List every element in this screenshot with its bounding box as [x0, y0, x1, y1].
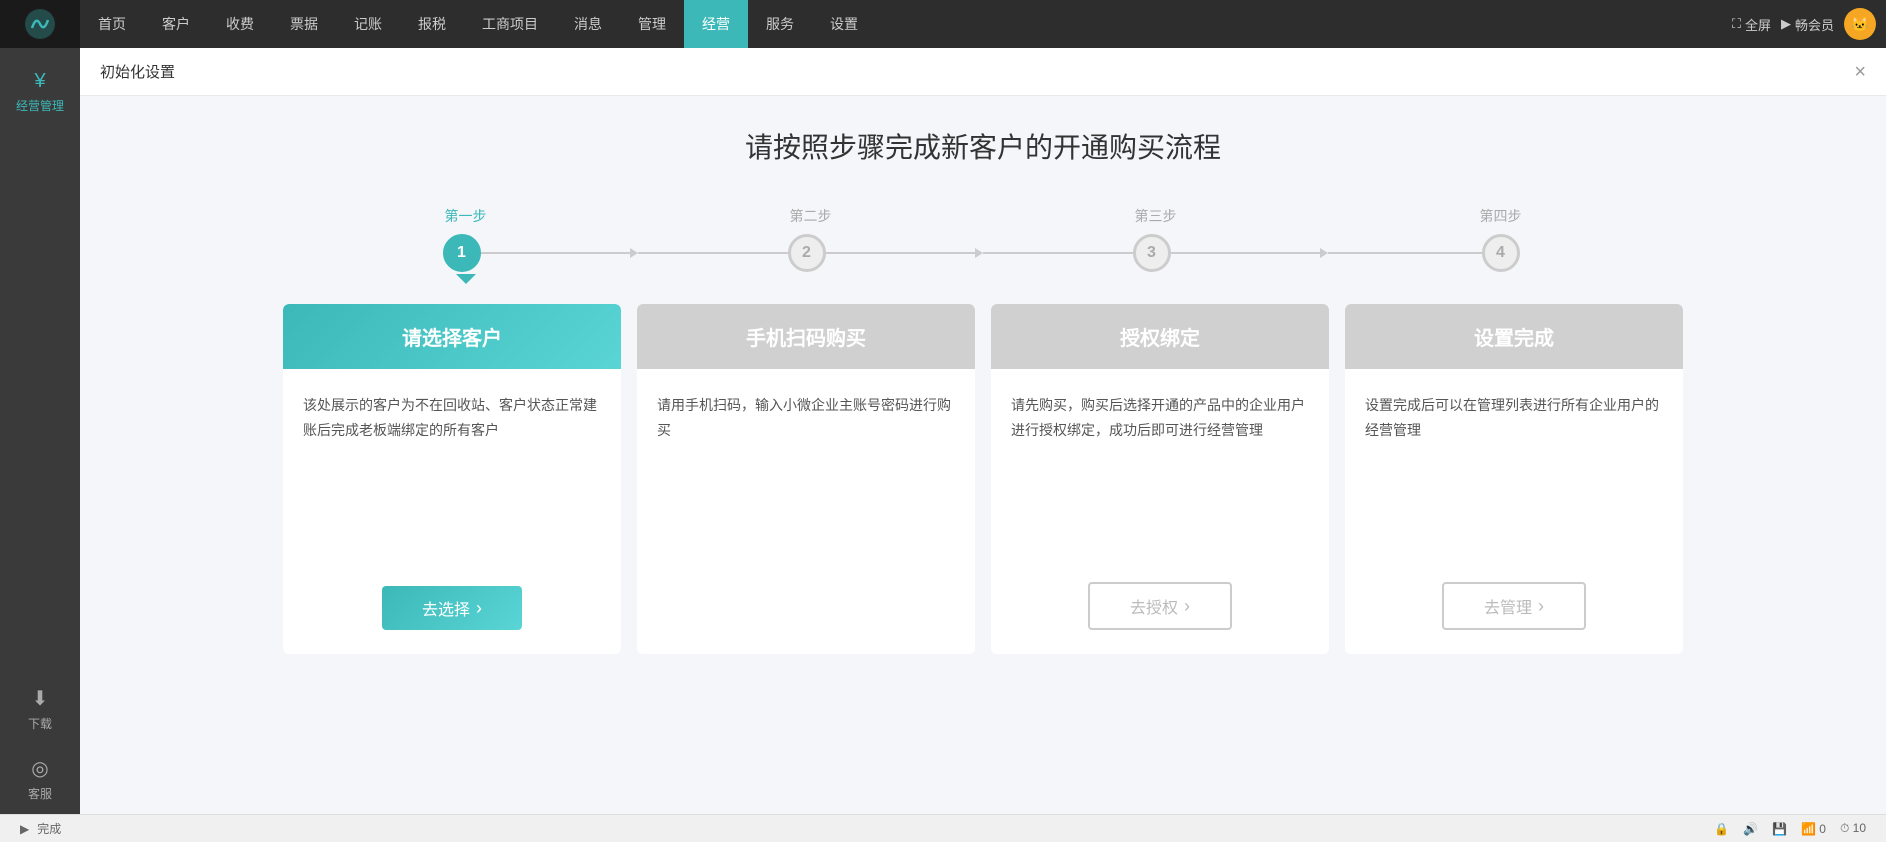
cards-row: 请选择客户 该处展示的客户为不在回收站、客户状态正常建账后完成老板端绑定的所有客… — [283, 304, 1683, 654]
page-header: 初始化设置 × — [80, 48, 1886, 96]
nav-industrial[interactable]: 工商项目 — [464, 0, 556, 48]
nav-items: 首页 客户 收费 票据 记账 报税 工商项目 消息 管理 经营 服务 设置 — [80, 0, 1732, 48]
step-2-label: 第二步 — [790, 206, 832, 226]
sidebar-item-support[interactable]: ◎ 客服 — [0, 744, 80, 814]
sidebar-item-download[interactable]: ⬇ 下载 — [0, 674, 80, 744]
card-4-header: 设置完成 — [1345, 304, 1683, 369]
lock-icon: 🔒 — [1714, 822, 1729, 836]
card-2-header: 手机扫码购买 — [637, 304, 975, 369]
nav-right: ⛶ 全屏 ▶ 畅会员 🐱 — [1732, 8, 1886, 40]
vip-label: 畅会员 — [1795, 15, 1834, 34]
vip-icon: ▶ — [1781, 16, 1791, 32]
nav-home[interactable]: 首页 — [80, 0, 144, 48]
main-content: 初始化设置 × 请按照步骤完成新客户的开通购买流程 第一步 1 — [80, 48, 1886, 814]
card-4-body: 设置完成后可以在管理列表进行所有企业用户的经营管理 — [1345, 369, 1683, 566]
nav-management[interactable]: 管理 — [620, 0, 684, 48]
nav-service[interactable]: 服务 — [748, 0, 812, 48]
card-2-body: 请用手机扫码，输入小微企业主账号密码进行购买 — [637, 369, 975, 614]
nav-accounting[interactable]: 记账 — [336, 0, 400, 48]
card-4: 设置完成 设置完成后可以在管理列表进行所有企业用户的经营管理 去管理 › — [1345, 304, 1683, 654]
step-1-arrow — [630, 248, 638, 258]
sidebar-bottom-support-label: 客服 — [28, 785, 52, 802]
status-left: ▶ 完成 — [20, 820, 61, 837]
step-3-circle: 3 — [1133, 234, 1171, 272]
card-3-footer: 去授权 › — [991, 566, 1329, 654]
sidebar-item-operation[interactable]: ¥ 经营管理 — [0, 58, 80, 126]
card-1-footer: 去选择 › — [283, 570, 621, 654]
card-4-btn-arrow: › — [1538, 596, 1544, 617]
card-1-header: 请选择客户 — [283, 304, 621, 369]
step-3-group: 第三步 3 — [983, 206, 1328, 272]
fullscreen-label: 全屏 — [1745, 15, 1771, 34]
page-title: 初始化设置 — [100, 61, 175, 82]
sidebar: ¥ 经营管理 ⬇ 下载 ◎ 客服 — [0, 48, 80, 814]
card-1: 请选择客户 该处展示的客户为不在回收站、客户状态正常建账后完成老板端绑定的所有客… — [283, 304, 621, 654]
card-1-btn-label: 去选择 — [422, 596, 470, 620]
fullscreen-btn[interactable]: ⛶ 全屏 — [1732, 15, 1771, 34]
step-2-group: 第二步 2 — [638, 206, 983, 272]
card-3-btn[interactable]: 去授权 › — [1088, 582, 1232, 630]
step-1-group: 第一步 1 — [293, 206, 638, 284]
nav-fee[interactable]: 收费 — [208, 0, 272, 48]
avatar[interactable]: 🐱 — [1844, 8, 1876, 40]
card-3-btn-arrow: › — [1184, 596, 1190, 617]
app-body: ¥ 经营管理 ⬇ 下载 ◎ 客服 初始化设置 × 请按照步骤完成新客户的开通购买… — [0, 48, 1886, 814]
card-2-footer — [637, 614, 975, 654]
card-1-btn[interactable]: 去选择 › — [382, 586, 522, 630]
time-status: ⏱ 10 — [1840, 821, 1866, 836]
card-2: 手机扫码购买 请用手机扫码，输入小微企业主账号密码进行购买 — [637, 304, 975, 654]
card-3-body: 请先购买，购买后选择开通的产品中的企业用户进行授权绑定，成功后即可进行经营管理 — [991, 369, 1329, 566]
nav-invoice[interactable]: 票据 — [272, 0, 336, 48]
status-label: 完成 — [37, 820, 61, 837]
vip-btn[interactable]: ▶ 畅会员 — [1781, 15, 1834, 34]
step-1-circle: 1 — [443, 234, 481, 272]
step-3-label: 第三步 — [1135, 206, 1177, 226]
nav-tax[interactable]: 报税 — [400, 0, 464, 48]
status-right: 🔒 🔊 💾 📶 0 ⏱ 10 — [1714, 821, 1866, 836]
nav-customer[interactable]: 客户 — [144, 0, 208, 48]
card-3-btn-label: 去授权 — [1130, 594, 1178, 618]
wizard-container: 请按照步骤完成新客户的开通购买流程 第一步 1 第二步 — [80, 96, 1886, 814]
step-2-circle: 2 — [788, 234, 826, 272]
step-1-pointer — [456, 274, 476, 284]
nav-operation[interactable]: 经营 — [684, 0, 748, 48]
step-1-label: 第一步 — [445, 206, 487, 226]
support-icon: ◎ — [31, 756, 48, 781]
step-2-arrow — [975, 248, 983, 258]
card-4-btn[interactable]: 去管理 › — [1442, 582, 1586, 630]
nav-message[interactable]: 消息 — [556, 0, 620, 48]
logo[interactable] — [0, 0, 80, 48]
sidebar-bottom-download-label: 下载 — [28, 715, 52, 732]
card-3-header: 授权绑定 — [991, 304, 1329, 369]
status-bar: ▶ 完成 🔒 🔊 💾 📶 0 ⏱ 10 — [0, 814, 1886, 842]
network-status: 📶 0 — [1801, 822, 1826, 836]
step-4-label: 第四步 — [1480, 206, 1522, 226]
step-3-arrow — [1320, 248, 1328, 258]
play-icon[interactable]: ▶ — [20, 822, 29, 836]
card-1-btn-arrow: › — [476, 598, 482, 619]
save-icon: 💾 — [1772, 822, 1787, 836]
step-4-group: 第四步 4 — [1328, 206, 1673, 272]
card-4-btn-label: 去管理 — [1484, 594, 1532, 618]
card-1-body: 该处展示的客户为不在回收站、客户状态正常建账后完成老板端绑定的所有客户 — [283, 369, 621, 570]
step-4-circle: 4 — [1482, 234, 1520, 272]
fullscreen-icon: ⛶ — [1732, 16, 1741, 32]
sidebar-item-label: 经营管理 — [16, 97, 64, 114]
download-icon: ⬇ — [32, 686, 49, 711]
wizard-title: 请按照步骤完成新客户的开通购买流程 — [120, 126, 1846, 166]
nav-settings[interactable]: 设置 — [812, 0, 876, 48]
close-button[interactable]: × — [1854, 62, 1866, 82]
card-4-footer: 去管理 › — [1345, 566, 1683, 654]
sidebar-bottom: ⬇ 下载 ◎ 客服 — [0, 674, 80, 814]
volume-icon[interactable]: 🔊 — [1743, 822, 1758, 836]
card-3: 授权绑定 请先购买，购买后选择开通的产品中的企业用户进行授权绑定，成功后即可进行… — [991, 304, 1329, 654]
top-nav: 首页 客户 收费 票据 记账 报税 工商项目 消息 管理 经营 服务 设置 ⛶ … — [0, 0, 1886, 48]
yuan-icon: ¥ — [34, 70, 45, 93]
